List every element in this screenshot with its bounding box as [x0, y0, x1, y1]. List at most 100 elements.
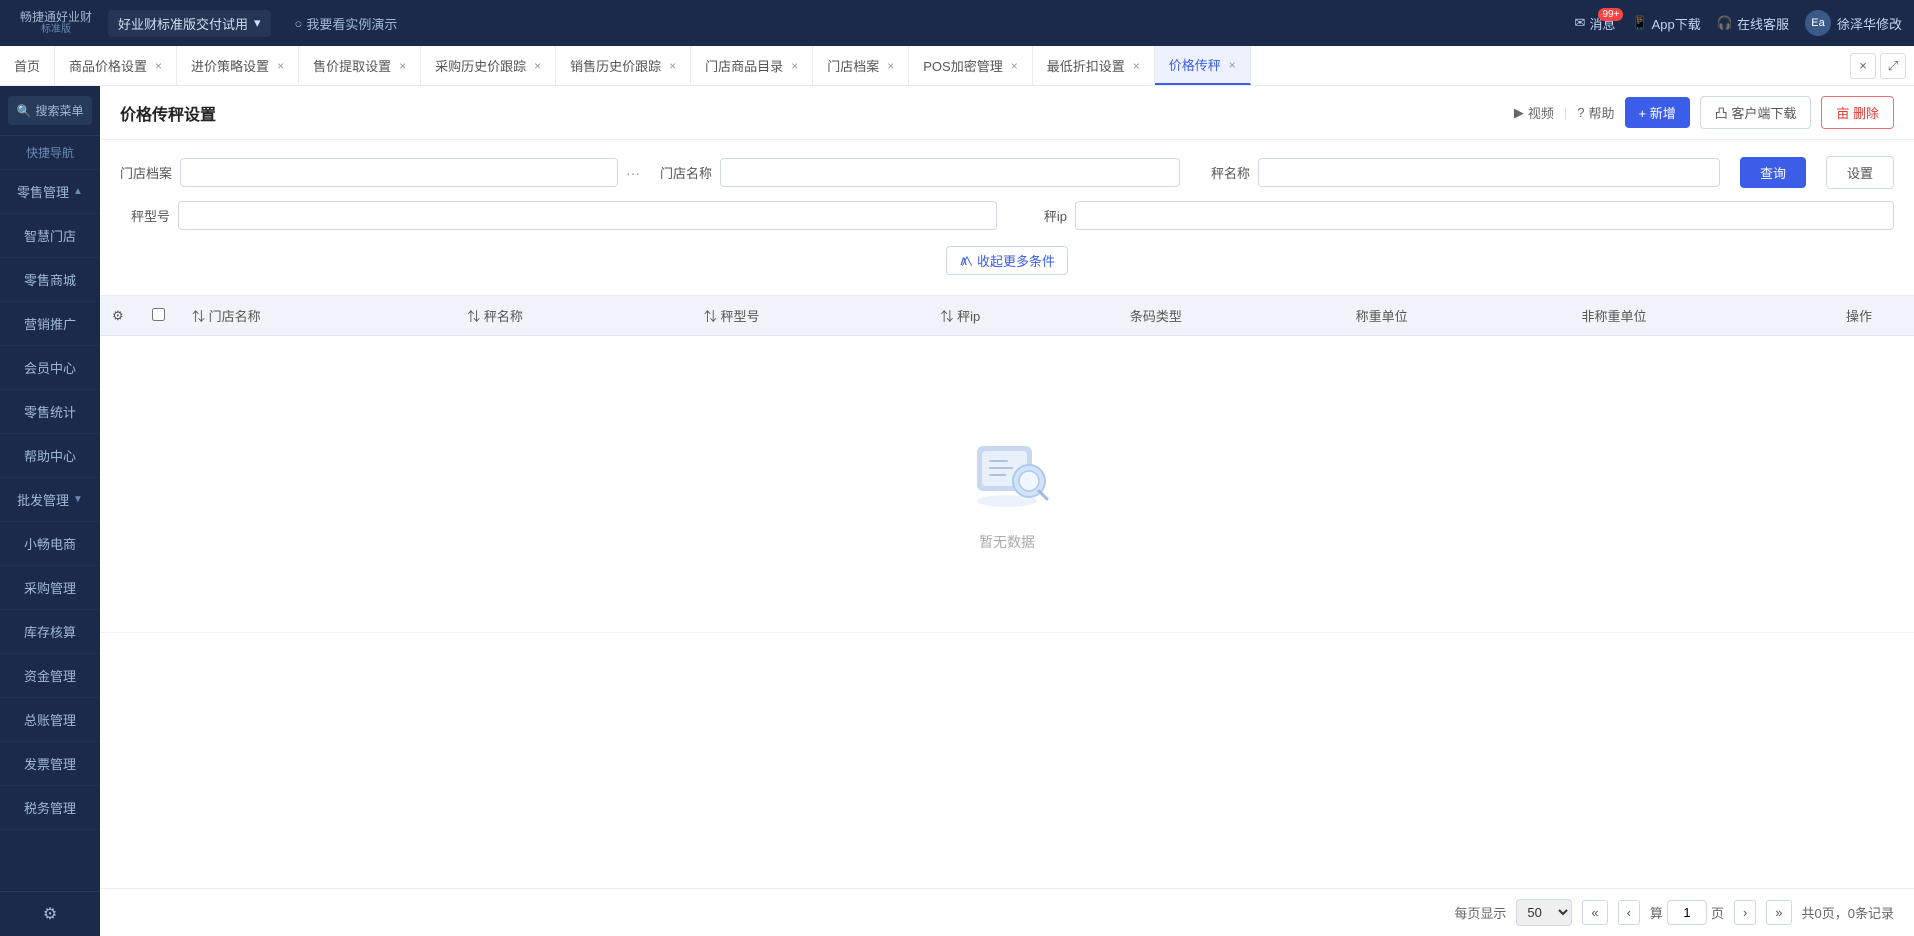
- tab-price-setting[interactable]: 商品价格设置 ×: [55, 46, 177, 85]
- video-link[interactable]: ▶ 视频: [1514, 103, 1554, 122]
- close-tab-price-setting[interactable]: ×: [155, 59, 162, 73]
- pagination-bar: 每页显示 10 20 50 100 « ‹ 算 页 › » 共0页，0条记录: [100, 888, 1914, 936]
- empty-icon: [957, 416, 1057, 516]
- online-service-button[interactable]: 🎧 在线客服: [1717, 14, 1789, 33]
- sidebar-search-button[interactable]: 🔍 搜索菜单: [8, 96, 92, 125]
- tab-home[interactable]: 首页: [0, 46, 55, 85]
- page-word: 算: [1650, 903, 1663, 922]
- sidebar-item-member[interactable]: 会员中心: [0, 346, 100, 390]
- search-row-1: 门店档案 ··· 门店名称 秤名称 查询 设置: [120, 156, 1894, 189]
- query-button[interactable]: 查询: [1740, 157, 1806, 188]
- close-tab-min-discount[interactable]: ×: [1133, 59, 1140, 73]
- message-button[interactable]: ✉ 消息 99+: [1575, 14, 1616, 33]
- tab-sale-extract[interactable]: 售价提取设置 ×: [299, 46, 421, 85]
- page-total: 共0页，0条记录: [1802, 903, 1894, 922]
- tab-min-discount[interactable]: 最低折扣设置 ×: [1033, 46, 1155, 85]
- per-page-select[interactable]: 10 20 50 100: [1516, 899, 1572, 926]
- close-tab-sale-extract[interactable]: ×: [399, 59, 406, 73]
- top-bar-right: ✉ 消息 99+ 📱 App下载 🎧 在线客服 Ea 徐泽华修改: [1575, 10, 1902, 36]
- th-settings[interactable]: ⚙: [100, 296, 140, 336]
- maximize-tab-button[interactable]: ⤢: [1880, 53, 1906, 79]
- page-unit: 页: [1711, 903, 1724, 922]
- tab-controls: × ⤢: [1842, 53, 1914, 79]
- scale-model-input[interactable]: [178, 201, 997, 230]
- next-page-button[interactable]: ›: [1734, 900, 1756, 925]
- th-barcode-type: 条码类型: [1118, 296, 1344, 336]
- per-page-label: 每页显示: [1454, 903, 1506, 922]
- sidebar-item-wholesale[interactable]: 批发管理 ▼: [0, 478, 100, 522]
- page-number-input[interactable]: [1667, 900, 1707, 925]
- store-archive-ellipsis-icon[interactable]: ···: [626, 165, 640, 181]
- sidebar-item-ledger[interactable]: 总账管理: [0, 698, 100, 742]
- sidebar-search: 🔍 搜索菜单: [0, 86, 100, 136]
- tab-store-archive[interactable]: 门店档案 ×: [813, 46, 909, 85]
- tab-bar: 首页 商品价格设置 × 进价策略设置 × 售价提取设置 × 采购历史价跟踪 × …: [0, 46, 1914, 86]
- sidebar-item-inventory[interactable]: 库存核算: [0, 610, 100, 654]
- select-all-checkbox[interactable]: [152, 308, 165, 321]
- store-archive-field: 门店档案 ···: [120, 158, 640, 187]
- search-row-2: 秤型号 秤ip: [120, 201, 1894, 230]
- close-tab-purchase-strategy[interactable]: ×: [277, 59, 284, 73]
- delete-button[interactable]: 亩 删除: [1821, 96, 1894, 129]
- sidebar-item-purchase[interactable]: 采购管理: [0, 566, 100, 610]
- sidebar-item-invoice[interactable]: 发票管理: [0, 742, 100, 786]
- tab-purchase-history[interactable]: 采购历史价跟踪 ×: [421, 46, 556, 85]
- tab-price-scale[interactable]: 价格传秤 ×: [1155, 46, 1251, 85]
- scale-model-label: 秤型号: [120, 206, 170, 225]
- version-selector[interactable]: 好业财标准版交付试用 ▾: [108, 10, 271, 37]
- sidebar-item-marketing[interactable]: 营销推广: [0, 302, 100, 346]
- tab-purchase-strategy[interactable]: 进价策略设置 ×: [177, 46, 299, 85]
- add-button[interactable]: + 新增: [1625, 97, 1690, 128]
- sidebar-item-retail-mall[interactable]: 零售商城: [0, 258, 100, 302]
- close-tab-store-archive[interactable]: ×: [887, 59, 894, 73]
- table-area: ⚙ ⇅ 门店名称 ⇅ 秤名称 ⇅ 秤型号 ⇅ 秤ip 条码类型 称重单位 非称重…: [100, 296, 1914, 888]
- scale-name-field: 秤名称: [1200, 158, 1720, 187]
- tab-store-catalog[interactable]: 门店商品目录 ×: [691, 46, 813, 85]
- sidebar-item-nav: 快捷导航: [0, 136, 100, 170]
- logo-area: 畅捷通好业财 标准版: [12, 10, 100, 36]
- page-input-wrap: 算 页: [1650, 900, 1724, 925]
- sidebar-item-tax[interactable]: 税务管理: [0, 786, 100, 830]
- close-tab-price-scale[interactable]: ×: [1229, 58, 1236, 72]
- sidebar-item-smart-store[interactable]: 智慧门店: [0, 214, 100, 258]
- first-page-button[interactable]: «: [1582, 900, 1607, 925]
- close-tab-sale-history[interactable]: ×: [669, 59, 676, 73]
- sidebar-item-help[interactable]: 帮助中心: [0, 434, 100, 478]
- close-tab-pos-manage[interactable]: ×: [1011, 59, 1018, 73]
- settings-query-button[interactable]: 设置: [1826, 156, 1894, 189]
- help-link[interactable]: ? 帮助: [1577, 103, 1614, 122]
- sidebar-item-retail-manage[interactable]: 零售管理 ▲: [0, 170, 100, 214]
- th-scale-name: ⇅ 秤名称: [455, 296, 692, 336]
- close-tab-purchase-history[interactable]: ×: [534, 59, 541, 73]
- close-all-tabs-button[interactable]: ×: [1850, 53, 1876, 79]
- sidebar-item-retail-stats[interactable]: 零售统计: [0, 390, 100, 434]
- scale-ip-field: 秤ip: [1017, 201, 1894, 230]
- sidebar-settings-icon[interactable]: ⚙: [43, 904, 57, 924]
- scale-name-input[interactable]: [1258, 158, 1720, 187]
- sidebar-item-ecommerce[interactable]: 小畅电商: [0, 522, 100, 566]
- tab-sale-history[interactable]: 销售历史价跟踪 ×: [556, 46, 691, 85]
- sidebar: 🔍 搜索菜单 快捷导航 零售管理 ▲ 智慧门店 零售商城 营销推广 会员中心: [0, 86, 100, 936]
- scale-ip-input[interactable]: [1075, 201, 1894, 230]
- tab-pos-manage[interactable]: POS加密管理 ×: [909, 46, 1032, 85]
- scale-ip-label: 秤ip: [1017, 206, 1067, 225]
- demo-link[interactable]: ○ 我要看实例演示: [295, 14, 398, 33]
- sidebar-bottom: ⚙: [0, 891, 100, 936]
- app-download-button[interactable]: 📱 App下载: [1631, 14, 1700, 33]
- store-archive-input[interactable]: [180, 158, 618, 187]
- store-name-input[interactable]: [720, 158, 1180, 187]
- retail-manage-arrow-icon: ▲: [73, 186, 83, 197]
- close-tab-store-catalog[interactable]: ×: [791, 59, 798, 73]
- empty-state-row: 暂无数据: [100, 336, 1914, 633]
- th-checkbox[interactable]: [140, 296, 180, 336]
- play-icon: ▶: [1514, 105, 1524, 121]
- th-store-name: ⇅ 门店名称: [180, 296, 455, 336]
- store-archive-label: 门店档案: [120, 163, 172, 182]
- last-page-button[interactable]: »: [1766, 900, 1791, 925]
- data-table: ⚙ ⇅ 门店名称 ⇅ 秤名称 ⇅ 秤型号 ⇅ 秤ip 条码类型 称重单位 非称重…: [100, 296, 1914, 633]
- user-area[interactable]: Ea 徐泽华修改: [1805, 10, 1902, 36]
- sidebar-item-finance[interactable]: 资金管理: [0, 654, 100, 698]
- collapse-button[interactable]: ∧ ∧ 收起更多条件: [946, 246, 1068, 275]
- client-download-button[interactable]: 凸 客户端下载: [1700, 96, 1812, 129]
- prev-page-button[interactable]: ‹: [1618, 900, 1640, 925]
